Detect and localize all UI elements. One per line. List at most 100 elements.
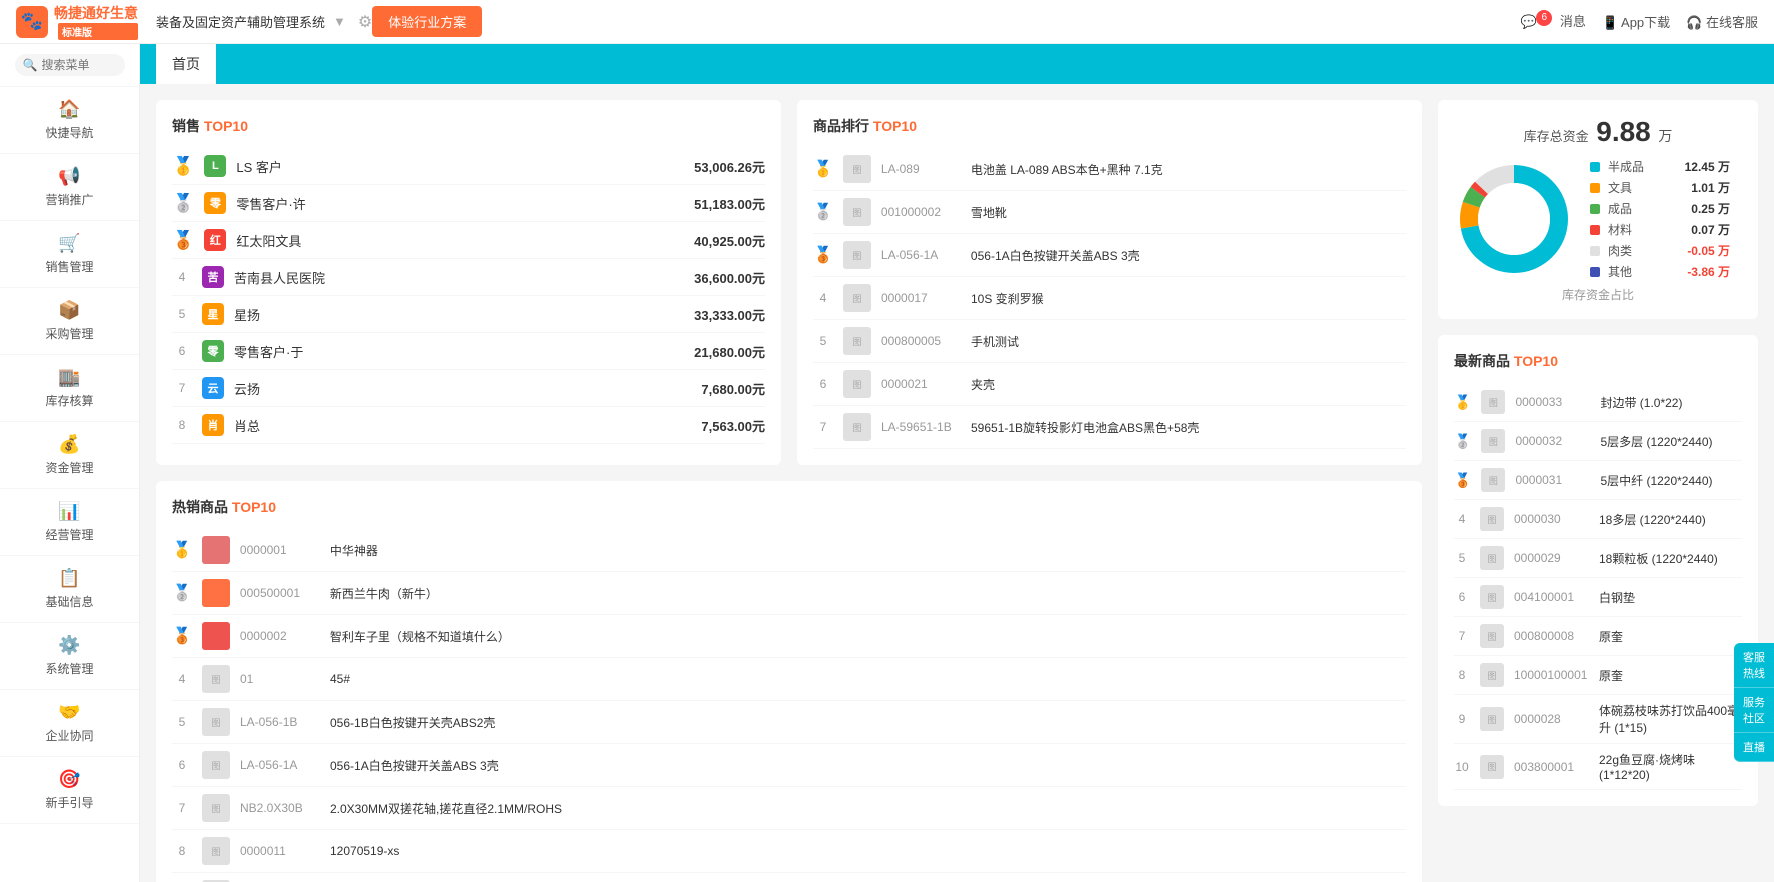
sales-ranking-title: 销售 TOP10 [172,116,765,136]
rank-item: 8 肖 肖总 7,563.00元 [172,407,765,444]
customer-name: 星扬 [234,305,684,324]
product-name: 新西兰牛肉（新牛） [330,585,1406,602]
legend-color [1590,267,1600,277]
product-code: 000800008 [1514,629,1589,643]
app-download-link[interactable]: 📱 App下载 [1602,12,1670,31]
product-name: 电池盖 LA-089 ABS本色+黑种 7.1克 [971,161,1406,178]
product-name: 原奎 [1599,628,1742,645]
customer-name: 苦南县人民医院 [234,268,684,287]
new-products-title: 最新商品 TOP10 [1454,351,1742,371]
sales-amount: 7,563.00元 [701,416,765,435]
hot-product-item: 🥈 000500001 新西兰牛肉（新牛） [172,572,1406,615]
float-button[interactable]: 服务社区 [1734,688,1774,733]
logo-text: 畅捷通好生意 [54,3,138,23]
product-image: 图 [1481,468,1505,492]
medal-icon: 🥉 [172,230,194,251]
message-link[interactable]: 💬 6 消息 [1520,11,1585,32]
sidebar-search[interactable]: 🔍 [0,44,139,87]
product-code: LA-59651-1B [881,420,961,434]
product-image: 图 [1480,585,1504,609]
legend-item: 成品 0.25 万 [1590,198,1730,219]
sidebar-item-finance[interactable]: 💰 资金管理 [0,422,139,489]
rank-number: 4 [172,270,192,284]
product-name: 18颗粒板 (1220*2440) [1599,550,1742,567]
sidebar-item-home[interactable]: 🏠 快捷导航 [0,87,139,154]
rank-item: 5 星 星扬 33,333.00元 [172,296,765,333]
service-link[interactable]: 🎧 在线客服 [1686,12,1758,31]
legend-color [1590,225,1600,235]
float-button[interactable]: 直播 [1734,733,1774,762]
product-code: 0000017 [881,291,961,305]
sidebar-item-operations[interactable]: 📊 经营管理 [0,489,139,556]
legend-name: 材料 [1608,221,1683,238]
sales-amount: 40,925.00元 [694,231,765,250]
customer-avatar: 零 [204,192,226,214]
ops-icon: 📊 [58,501,80,522]
product-name: 056-1A白色按键开关盖ABS 3壳 [971,247,1406,264]
new-product-item: 🥈 图 0000032 5层多层 (1220*2440) [1454,422,1742,461]
product-image: 图 [843,327,871,355]
hot-products-title: 热销商品 TOP10 [172,497,1406,517]
rank-number: 7 [813,420,833,434]
logo: 🐾 畅捷通好生意 标准版 [16,3,156,40]
rank-number: 7 [1454,629,1470,643]
legend-item: 其他 -3.86 万 [1590,261,1730,282]
product-name: 手机测试 [971,333,1406,350]
dropdown-arrow-icon[interactable]: ▼ [333,14,346,29]
sidebar-item-guide[interactable]: 🎯 新手引导 [0,757,139,824]
marketing-icon: 📢 [58,166,80,187]
inventory-total: 库存总资金 9.88 万 [1454,116,1742,148]
product-rank-item: 4 图 0000017 10S 变刹罗猴 [813,277,1406,320]
sidebar-item-marketing[interactable]: 📢 营销推广 [0,154,139,221]
product-code: LA-056-1A [881,248,961,262]
hot-products-panel: 热销商品 TOP10 🥇 0000001 中华神器🥈 000500001 新西兰… [156,481,1422,882]
rank-number: 8 [1454,668,1470,682]
new-product-item: 🥉 图 0000031 5层中纤 (1220*2440) [1454,461,1742,500]
product-name: 智利车子里（规格不知道填什么） [330,628,1406,645]
message-icon: 💬 [1520,14,1536,29]
search-input[interactable] [41,58,111,72]
product-image: 图 [843,155,871,183]
product-image: 图 [202,794,230,822]
sidebar-item-label: 快捷导航 [45,124,93,141]
float-button[interactable]: 客服热线 [1734,643,1774,688]
product-rank-item: 🥇 图 LA-089 电池盖 LA-089 ABS本色+黑种 7.1克 [813,148,1406,191]
sidebar-item-sales[interactable]: 🛒 销售管理 [0,221,139,288]
product-image: 图 [1480,507,1504,531]
product-image: 图 [1480,755,1504,779]
trial-button[interactable]: 体验行业方案 [372,6,482,37]
coop-icon: 🤝 [58,702,80,723]
rank-number: 7 [172,801,192,815]
hot-product-item: 4图 01 45# [172,658,1406,701]
sidebar-item-label: 系统管理 [45,660,93,677]
product-image [202,622,230,650]
product-code: 0000032 [1515,434,1590,448]
product-name: 夹壳 [971,376,1406,393]
phone-icon: 📱 [1602,15,1618,30]
sidebar-item-inventory[interactable]: 🏬 库存核算 [0,355,139,422]
settings-icon[interactable]: ⚙ [358,12,372,32]
hot-product-item: 7图 NB2.0X30B 2.0X30MM双搓花轴,搓花直径2.1MM/ROHS [172,787,1406,830]
sidebar-item-label: 采购管理 [45,325,93,342]
product-code: 000800005 [881,334,961,348]
products-ranking-panel: 商品排行 TOP10 🥇 图 LA-089 电池盖 LA-089 ABS本色+黑… [797,100,1422,465]
new-products-panel: 最新商品 TOP10 🥇 图 0000033 封边带 (1.0*22)🥈 图 0… [1438,335,1758,806]
rank-number: 4 [813,291,833,305]
sidebar-item-basic[interactable]: 📋 基础信息 [0,556,139,623]
content-area: 首页 销售 TOP10 🥇 L LS 客户 53,006.26元🥈 零 零售客户… [140,44,1774,882]
product-rank-item: 5 图 000800005 手机测试 [813,320,1406,363]
system-selector[interactable]: 装备及固定资产辅助管理系统 ▼ ⚙ [156,12,372,32]
sidebar-item-label: 新手引导 [45,794,93,811]
tab-home[interactable]: 首页 [156,44,216,84]
product-code: 0000011 [240,844,320,858]
product-image: 图 [843,413,871,441]
product-name: 12070519-xs [330,844,1406,858]
sidebar-item-purchase[interactable]: 📦 采购管理 [0,288,139,355]
product-name: 45# [330,672,1406,686]
product-code: 001000002 [881,205,961,219]
sales-amount: 21,680.00元 [694,342,765,361]
customer-avatar: 苦 [202,266,224,288]
customer-name: 肖总 [234,416,691,435]
sidebar-item-system[interactable]: ⚙️ 系统管理 [0,623,139,690]
sidebar-item-coop[interactable]: 🤝 企业协同 [0,690,139,757]
